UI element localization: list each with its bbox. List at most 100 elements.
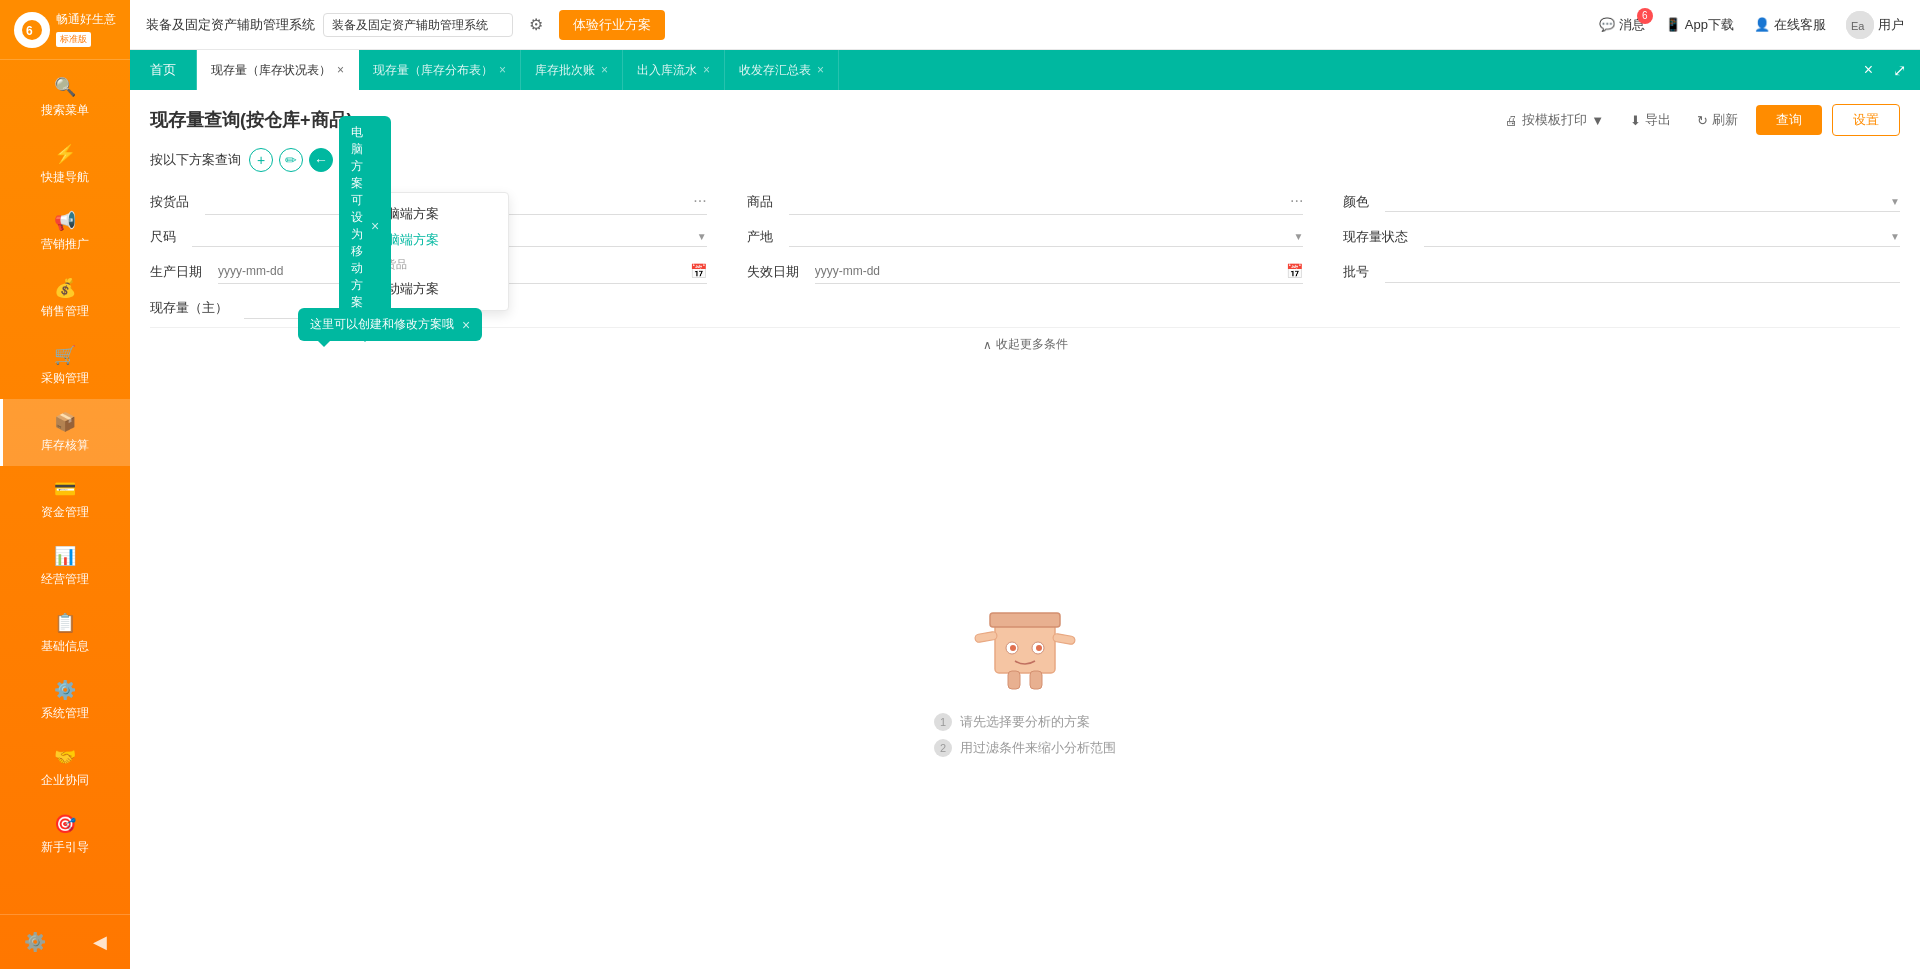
print-label: 按模板打印 [1522, 111, 1587, 129]
tab-batch-account[interactable]: 库存批次账 × [521, 50, 623, 90]
sidebar-item-inventory[interactable]: 📦 库存核算 [0, 399, 130, 466]
user-label: 用户 [1878, 16, 1904, 34]
message-icon: 💬 [1599, 17, 1615, 32]
refresh-icon: ↻ [1697, 113, 1708, 128]
tab-receive-summary[interactable]: 收发存汇总表 × [725, 50, 839, 90]
message-btn[interactable]: 💬 消息 6 [1599, 16, 1645, 34]
filter-field-goods: 商品 ··· [747, 188, 1304, 215]
filter-field-stock-status: 现存量状态 ▼ [1343, 227, 1900, 247]
online-service-btn[interactable]: 👤 在线客服 [1754, 16, 1826, 34]
sidebar-item-label: 资金管理 [41, 504, 89, 521]
set-button[interactable]: 设置 [1832, 104, 1900, 136]
refresh-label: 刷新 [1712, 111, 1738, 129]
tab-inventory-dist-close[interactable]: × [499, 63, 506, 77]
search-icon: 🔍 [54, 76, 76, 98]
filter-actions: + ✏ ← [249, 148, 333, 172]
avatar: Ea [1846, 11, 1874, 39]
svg-text:Ea: Ea [1851, 20, 1865, 32]
sidebar-item-enterprise[interactable]: 🤝 企业协同 [0, 734, 130, 801]
expiry-date-calendar-icon[interactable]: 📅 [1286, 263, 1303, 279]
page-title-row: 现存量查询(按仓库+商品) 🖨 按模板打印 ▼ ⬇ 导出 ↻ 刷新 [150, 104, 1900, 136]
filter-goods-select[interactable]: ··· [789, 188, 1304, 215]
guide-icon: 🎯 [54, 813, 76, 835]
sidebar-item-label: 经营管理 [41, 571, 89, 588]
origin-dropdown-icon: ▼ [1293, 231, 1303, 242]
empty-step-2: 2 用过滤条件来缩小分析范围 [934, 735, 1116, 761]
empty-steps: 1 请先选择要分析的方案 2 用过滤条件来缩小分析范围 [934, 709, 1116, 761]
print-btn[interactable]: 🖨 按模板打印 ▼ [1497, 107, 1612, 133]
filter-field-origin: 产地 ▼ [747, 227, 1304, 247]
sidebar-item-quick-nav[interactable]: ⚡ 快捷导航 [0, 131, 130, 198]
tab-batch-account-close[interactable]: × [601, 63, 608, 77]
tab-inout-flow[interactable]: 出入库流水 × [623, 50, 725, 90]
system-select[interactable]: 装备及固定资产辅助管理系统 [323, 13, 513, 37]
topbar-right: 💬 消息 6 📱 App下载 👤 在线客服 Ea 用户 [1599, 11, 1904, 39]
filter-goods-dots[interactable]: ··· [1290, 192, 1303, 210]
filter-stock-status-label: 现存量状态 [1343, 228, 1408, 246]
tooltip1-close-btn[interactable]: × [371, 218, 379, 234]
filter-warehouse-dots[interactable]: ··· [693, 192, 706, 210]
phone-icon: 📱 [1665, 17, 1681, 32]
export-btn[interactable]: ⬇ 导出 [1622, 107, 1679, 133]
operations-icon: 📊 [54, 545, 76, 567]
filter-stock-status-select[interactable]: ▼ [1424, 227, 1900, 247]
user-btn[interactable]: Ea 用户 [1846, 11, 1904, 39]
solution-btn[interactable]: 体验行业方案 [559, 10, 665, 40]
tab-inventory-status-label: 现存量（库存状况表） [211, 62, 331, 79]
sidebar-item-sales[interactable]: 💰 销售管理 [0, 265, 130, 332]
tab-inout-flow-close[interactable]: × [703, 63, 710, 77]
tab-expand-btn[interactable]: ⤢ [1887, 59, 1912, 82]
tab-inventory-dist-label: 现存量（库存分布表） [373, 62, 493, 79]
prod-date-calendar-icon[interactable]: 📅 [690, 263, 707, 279]
tooltip2-close-btn[interactable]: × [462, 317, 470, 333]
tab-receive-summary-close[interactable]: × [817, 63, 824, 77]
collapse-more-btn[interactable]: ∧ 收起更多条件 [983, 336, 1068, 353]
size-dropdown-icon: ▼ [697, 231, 707, 242]
sidebar-item-label: 库存核算 [41, 437, 89, 454]
sidebar-item-label: 搜索菜单 [41, 102, 89, 119]
settings-icon[interactable]: ⚙ [525, 11, 547, 38]
filter-origin-select[interactable]: ▼ [789, 227, 1304, 247]
tab-home-label: 首页 [150, 61, 176, 79]
print-dropdown-icon: ▼ [1591, 113, 1604, 128]
expiry-date-field[interactable] [815, 264, 1287, 278]
sidebar-item-guide[interactable]: 🎯 新手引导 [0, 801, 130, 868]
sidebar-item-operations[interactable]: 📊 经营管理 [0, 533, 130, 600]
sidebar-item-purchase[interactable]: 🛒 采购管理 [0, 332, 130, 399]
back-scheme-btn[interactable]: ← [309, 148, 333, 172]
add-scheme-btn[interactable]: + [249, 148, 273, 172]
purchase-icon: 🛒 [54, 344, 76, 366]
tab-inventory-status[interactable]: 现存量（库存状况表） × [197, 50, 359, 90]
filter-prod-date-label: 生产日期 [150, 263, 202, 281]
sidebar-item-marketing[interactable]: 📢 营销推广 [0, 198, 130, 265]
batch-no-field[interactable] [1385, 260, 1900, 283]
filter-color-select[interactable]: ▼ [1385, 192, 1900, 212]
collapse-up-icon: ∧ [983, 338, 992, 352]
app-download-btn[interactable]: 📱 App下载 [1665, 16, 1734, 34]
sidebar-item-search[interactable]: 🔍 搜索菜单 [0, 64, 130, 131]
tab-inventory-dist[interactable]: 现存量（库存分布表） × [359, 50, 521, 90]
sidebar-item-system[interactable]: ⚙️ 系统管理 [0, 667, 130, 734]
export-icon: ⬇ [1630, 113, 1641, 128]
tabbar-end: × ⤢ [1858, 59, 1920, 82]
collapse-sidebar-btn[interactable]: ◀ [85, 927, 115, 957]
tab-close-all-btn[interactable]: × [1858, 59, 1879, 81]
edit-scheme-btn[interactable]: ✏ [279, 148, 303, 172]
empty-step2-text: 用过滤条件来缩小分析范围 [960, 735, 1116, 761]
svg-point-9 [1036, 645, 1042, 651]
filter-expiry-date-input[interactable]: 📅 [815, 259, 1304, 284]
quick-nav-icon: ⚡ [54, 143, 76, 165]
tab-home[interactable]: 首页 [130, 50, 197, 90]
sidebar-item-finance[interactable]: 💳 资金管理 [0, 466, 130, 533]
finance-icon: 💳 [54, 478, 76, 500]
logo-icon: 6 [14, 12, 50, 48]
filter-color-label: 颜色 [1343, 193, 1369, 211]
tab-inventory-status-close[interactable]: × [337, 63, 344, 77]
refresh-btn[interactable]: ↻ 刷新 [1689, 107, 1746, 133]
sidebar-item-label: 基础信息 [41, 638, 89, 655]
filter-size-label: 尺码 [150, 228, 176, 246]
query-button[interactable]: 查询 [1756, 105, 1822, 135]
sidebar-item-basic-info[interactable]: 📋 基础信息 [0, 600, 130, 667]
settings-footer-btn[interactable]: ⚙️ [16, 927, 54, 957]
sidebar-item-label: 销售管理 [41, 303, 89, 320]
